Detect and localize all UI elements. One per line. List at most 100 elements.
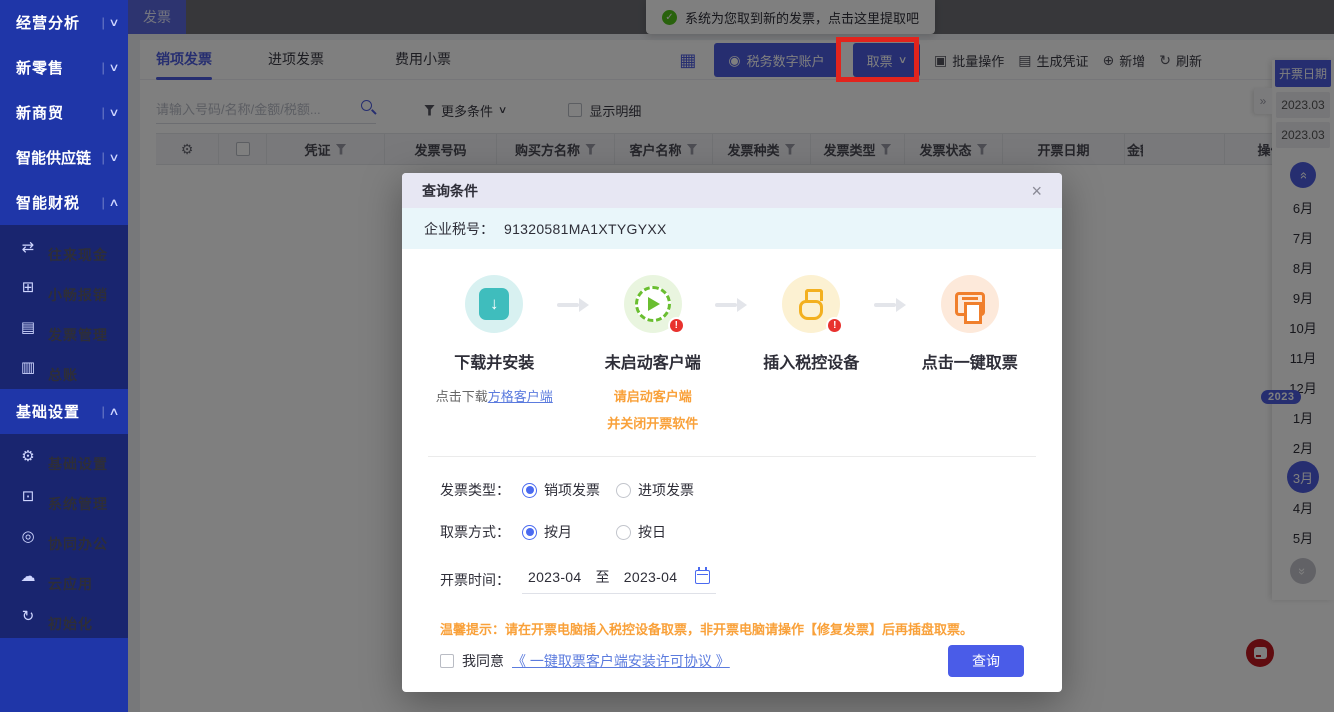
radio-by-month[interactable]: 按月 — [522, 522, 616, 542]
download-hint-text: 点击下载 — [435, 389, 488, 404]
sidebar-item-reimburse[interactable]: ⊞ 小畅报销 — [0, 267, 128, 307]
step-download-install: ↓ 下载并安装 点击下载方格客户端 — [432, 275, 557, 405]
sidebar-group-business-analysis[interactable]: 经营分析 | ∨ — [0, 0, 128, 45]
date-range-picker[interactable]: 2023-04 至 2023-04 — [522, 566, 717, 594]
dialog-header: 查询条件 × — [402, 173, 1062, 208]
sidebar-group-label: 新零售 — [16, 60, 65, 77]
collab-icon: ◎ — [21, 528, 35, 545]
radio-label: 按月 — [544, 524, 572, 540]
reimburse-icon: ⊞ — [21, 279, 35, 296]
agree-checkbox[interactable] — [440, 654, 454, 668]
date-end-value[interactable]: 2023-04 — [624, 569, 677, 585]
divider — [428, 456, 1036, 457]
error-badge-icon: ! — [667, 317, 685, 334]
sidebar-group-label: 新商贸 — [16, 105, 65, 122]
close-icon[interactable]: × — [1031, 182, 1042, 200]
sidebar-item-label: 系统管理 — [48, 496, 108, 512]
radio-by-day[interactable]: 按日 — [616, 522, 710, 542]
system-icon: ⊡ — [21, 488, 35, 505]
sidebar-item-label: 基础设置 — [48, 456, 108, 472]
radio-label: 销项发票 — [544, 482, 600, 498]
query-button[interactable]: 查询 — [948, 645, 1024, 677]
sidebar-group-fintax[interactable]: 智能财税 | ∧ — [0, 180, 128, 225]
step-warning-text: 请启动客户端 — [613, 389, 692, 404]
divider: | — [101, 105, 105, 120]
date-to-label: 至 — [595, 568, 610, 585]
invoice-machine-icon — [940, 275, 999, 333]
radio-label: 进项发票 — [638, 482, 694, 498]
app-window: 经营分析 | ∨ 新零售 | ∨ 新商贸 | ∨ 智能供应链 | ∨ 智能财税 … — [0, 0, 1334, 712]
chevron-up-icon: ∧ — [108, 406, 120, 418]
init-icon: ↻ — [21, 608, 35, 625]
ledger-icon: ▥ — [20, 359, 36, 376]
sidebar-item-label: 发票管理 — [48, 327, 108, 343]
sidebar-item-label: 总账 — [48, 367, 78, 383]
step-one-click-fetch: 点击一键取票 — [908, 275, 1033, 373]
divider: | — [101, 150, 105, 165]
step-arrow-icon — [873, 298, 908, 312]
sidebar-item-ledger[interactable]: ▥ 总账 — [0, 347, 128, 387]
divider: | — [101, 404, 105, 419]
sidebar: 经营分析 | ∨ 新零售 | ∨ 新商贸 | ∨ 智能供应链 | ∨ 智能财税 … — [0, 0, 128, 712]
sidebar-item-system[interactable]: ⊡ 系统管理 — [0, 476, 128, 516]
query-conditions-dialog: 查询条件 × 企业税号： 91320581MA1XTYGYXX ↓ 下载并安装 … — [402, 173, 1062, 692]
radio-purchase-invoice[interactable]: 进项发票 — [616, 480, 710, 500]
radio-icon — [616, 524, 631, 540]
sidebar-item-collab[interactable]: ◎ 协同办公 — [0, 516, 128, 556]
step-label: 插入税控设备 — [763, 355, 860, 372]
step-sub-text: 点击下载方格客户端 — [436, 386, 553, 405]
dialog-title: 查询条件 — [422, 182, 478, 199]
radio-label: 按日 — [638, 524, 666, 540]
exchange-icon: ⇄ — [21, 239, 35, 256]
sidebar-item-cash[interactable]: ⇄ 往来现金 — [0, 227, 128, 267]
sidebar-item-label: 云应用 — [48, 576, 93, 592]
sidebar-item-label: 小畅报销 — [48, 287, 108, 303]
gear-icon: ⚙ — [21, 448, 35, 465]
sidebar-group-supply-chain[interactable]: 智能供应链 | ∨ — [0, 135, 128, 180]
sidebar-group-new-trade[interactable]: 新商贸 | ∨ — [0, 90, 128, 135]
sidebar-group-label: 经营分析 — [16, 15, 81, 32]
usb-device-icon: ! — [782, 275, 844, 334]
error-badge-icon: ! — [826, 317, 844, 334]
sidebar-item-base-settings[interactable]: ⚙ 基础设置 — [0, 436, 128, 476]
download-arrow-icon: ↓ — [479, 288, 510, 320]
step-arrow-icon — [556, 298, 591, 312]
sidebar-item-label: 协同办公 — [48, 536, 108, 552]
sidebar-item-cloud-apps[interactable]: ☁ 云应用 — [0, 556, 128, 596]
sidebar-group-base-settings[interactable]: 基础设置 | ∧ — [0, 389, 128, 434]
radio-sales-invoice[interactable]: 销项发票 — [522, 480, 616, 500]
field-label: 开票时间： — [440, 572, 510, 588]
radio-selected-icon — [522, 524, 537, 540]
invoice-icon: ▤ — [20, 319, 36, 336]
divider: | — [101, 15, 105, 30]
field-label: 取票方式： — [440, 524, 510, 540]
client-play-icon: ! — [623, 275, 685, 334]
step-arrow-icon — [715, 298, 749, 312]
sidebar-group-new-retail[interactable]: 新零售 | ∨ — [0, 45, 128, 90]
client-download-link[interactable]: 方格客户端 — [488, 389, 553, 404]
agreement-link[interactable]: 《 一键取票客户端安装许可协议 》 — [512, 651, 730, 671]
step-label: 点击一键取票 — [921, 355, 1018, 372]
sidebar-item-invoice[interactable]: ▤ 发票管理 — [0, 307, 128, 347]
sidebar-submenu-base: ⚙ 基础设置 ⊡ 系统管理 ◎ 协同办公 ☁ 云应用 ↻ 初始化 — [0, 434, 128, 638]
sidebar-submenu-fintax: ⇄ 往来现金 ⊞ 小畅报销 ▤ 发票管理 ▥ 总账 — [0, 225, 128, 389]
step-label: 下载并安装 — [454, 355, 535, 372]
chevron-down-icon: ∨ — [108, 62, 120, 74]
sidebar-item-init[interactable]: ↻ 初始化 — [0, 596, 128, 636]
step-label: 未启动客户端 — [604, 355, 701, 372]
invoice-time-row: 开票时间： 2023-04 至 2023-04 — [440, 559, 1062, 601]
sidebar-item-label: 初始化 — [48, 616, 93, 632]
setup-steps: ↓ 下载并安装 点击下载方格客户端 ! 未启动客户端 请启动客户端 并关闭开票软… — [402, 249, 1062, 432]
invoice-type-row: 发票类型： 销项发票 进项发票 — [440, 469, 1062, 511]
fetch-mode-row: 取票方式： 按月 按日 — [440, 511, 1062, 553]
chevron-up-icon: ∧ — [108, 197, 120, 209]
sidebar-group-label: 智能财税 — [16, 195, 81, 212]
calendar-icon[interactable] — [695, 566, 711, 584]
tax-number-row: 企业税号： 91320581MA1XTYGYXX — [402, 208, 1062, 249]
step-client-not-started: ! 未启动客户端 请启动客户端 并关闭开票软件 — [591, 275, 716, 432]
date-start-value[interactable]: 2023-04 — [528, 569, 581, 585]
sidebar-item-label: 往来现金 — [48, 247, 108, 263]
sidebar-group-label: 基础设置 — [16, 404, 81, 421]
chevron-down-icon: ∨ — [108, 17, 120, 29]
step-warning-text: 并关闭开票软件 — [607, 416, 699, 431]
